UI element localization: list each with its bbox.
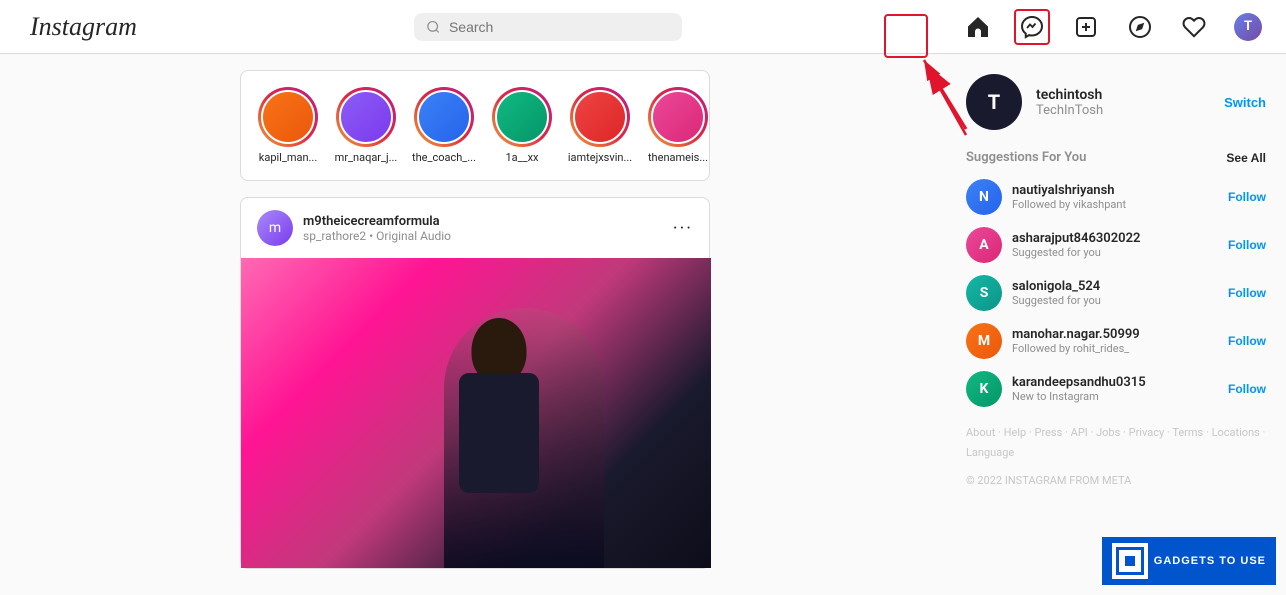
suggestion-info-4: manohar.nagar.50999 Followed by rohit_ri… [1012,327,1218,355]
copyright-text: © 2022 INSTAGRAM FROM META [966,471,1266,491]
suggestion-username-4[interactable]: manohar.nagar.50999 [1012,327,1218,342]
story-username-1: kapil_man... [259,151,317,164]
suggestions-header: Suggestions For You See All [966,150,1266,165]
new-post-icon [1074,15,1098,39]
footer-link-terms[interactable]: Terms [1172,426,1203,439]
footer-link-jobs[interactable]: Jobs [1096,426,1120,439]
footer-link-locations[interactable]: Locations [1212,426,1260,439]
story-username-6: thenameis... [648,151,708,164]
search-input[interactable] [449,19,670,35]
sidebar-display-name: TechInTosh [1036,103,1210,118]
sidebar-profile-info: techintosh TechInTosh [1036,87,1210,118]
post-header: m m9theicecreamformula sp_rathore2 • Ori… [241,198,709,258]
right-sidebar: T techintosh TechInTosh Switch Suggestio… [946,54,1286,595]
suggestion-info-3: salonigola_524 Suggested for you [1012,279,1218,307]
home-icon [966,15,990,39]
suggestion-avatar-2: A [966,227,1002,263]
nav-icon-group: T [960,9,1266,45]
suggestion-username-3[interactable]: salonigola_524 [1012,279,1218,294]
suggestion-item-4: M manohar.nagar.50999 Followed by rohit_… [966,323,1266,359]
sidebar-username[interactable]: techintosh [1036,87,1210,103]
follow-button-5[interactable]: Follow [1228,382,1266,396]
footer-link-privacy[interactable]: Privacy [1129,426,1165,439]
suggestion-reason-2: Suggested for you [1012,246,1218,259]
instagram-logo: Instagram [30,12,137,42]
suggestion-avatar-5: K [966,371,1002,407]
story-item-3[interactable]: the_coach_... [409,87,479,164]
suggestion-reason-3: Suggested for you [1012,294,1218,307]
search-bar[interactable] [414,13,682,41]
suggestion-username-1[interactable]: nautiyalshriyansh [1012,183,1218,198]
suggestion-item-1: N nautiyalshriyansh Followed by vikashpa… [966,179,1266,215]
suggestion-username-2[interactable]: asharajput846302022 [1012,231,1218,246]
story-username-2: mr_naqar_j... [335,151,398,164]
footer-link-press[interactable]: Press [1035,426,1063,439]
suggestion-username-5[interactable]: karandeepsandhu0315 [1012,375,1218,390]
explore-button[interactable] [1122,9,1158,45]
story-item-4[interactable]: 1a__xx [487,87,557,164]
suggestion-info-1: nautiyalshriyansh Followed by vikashpant [1012,183,1218,211]
footer-link-language[interactable]: Language [966,446,1014,459]
sidebar-footer: About · Help · Press · API · Jobs · Priv… [966,423,1266,490]
suggestion-item-2: A asharajput846302022 Suggested for you … [966,227,1266,263]
suggestion-item-5: K karandeepsandhu0315 New to Instagram F… [966,371,1266,407]
switch-button[interactable]: Switch [1224,95,1266,110]
main-content: kapil_man... mr_naqar_j... the_coach_...… [0,0,1286,595]
explore-icon [1128,15,1152,39]
post-subtitle: sp_rathore2 • Original Audio [303,229,451,243]
navbar: Instagram [0,0,1286,54]
messenger-button[interactable] [1014,9,1050,45]
follow-button-4[interactable]: Follow [1228,334,1266,348]
suggestion-reason-1: Followed by vikashpant [1012,198,1218,211]
sidebar-profile-avatar: T [966,74,1022,130]
see-all-button[interactable]: See All [1226,151,1266,165]
story-item-2[interactable]: mr_naqar_j... [331,87,401,164]
story-username-3: the_coach_... [412,151,476,164]
footer-link-api[interactable]: API [1071,426,1088,439]
post-card: m m9theicecreamformula sp_rathore2 • Ori… [240,197,710,569]
new-post-button[interactable] [1068,9,1104,45]
suggestions-title: Suggestions For You [966,150,1086,165]
watermark-text: GADGETS TO USE [1154,555,1266,567]
search-icon [426,19,441,35]
story-item-6[interactable]: thenameis... [643,87,710,164]
suggestion-avatar-1: N [966,179,1002,215]
suggestion-avatar-3: S [966,275,1002,311]
story-username-4: 1a__xx [505,151,538,164]
suggestion-item-3: S salonigola_524 Suggested for you Follo… [966,275,1266,311]
home-button[interactable] [960,9,996,45]
footer-link-about[interactable]: About [966,426,995,439]
story-item-5[interactable]: iamtejxsvin... [565,87,635,164]
story-item-1[interactable]: kapil_man... [253,87,323,164]
stories-section: kapil_man... mr_naqar_j... the_coach_...… [240,70,710,181]
follow-button-3[interactable]: Follow [1228,286,1266,300]
suggestion-reason-5: New to Instagram [1012,390,1218,403]
suggestion-info-5: karandeepsandhu0315 New to Instagram [1012,375,1218,403]
follow-button-1[interactable]: Follow [1228,190,1266,204]
suggestion-info-2: asharajput846302022 Suggested for you [1012,231,1218,259]
post-image [241,258,711,568]
watermark: GADGETS TO USE [1102,537,1276,585]
messenger-icon [1020,15,1044,39]
activity-icon [1182,15,1206,39]
feed-area: kapil_man... mr_naqar_j... the_coach_...… [240,54,740,595]
activity-button[interactable] [1176,9,1212,45]
post-avatar: m [257,210,293,246]
post-more-button[interactable]: ··· [673,218,693,239]
follow-button-2[interactable]: Follow [1228,238,1266,252]
post-username[interactable]: m9theicecreamformula [303,214,451,229]
suggestion-reason-4: Followed by rohit_rides_ [1012,342,1218,355]
profile-button[interactable]: T [1230,9,1266,45]
post-user-info: m9theicecreamformula sp_rathore2 • Origi… [303,214,451,243]
footer-links: About · Help · Press · API · Jobs · Priv… [966,423,1266,463]
footer-link-help[interactable]: Help [1004,426,1027,439]
sidebar-profile: T techintosh TechInTosh Switch [966,74,1266,130]
suggestion-avatar-4: M [966,323,1002,359]
story-username-5: iamtejxsvin... [568,151,632,164]
